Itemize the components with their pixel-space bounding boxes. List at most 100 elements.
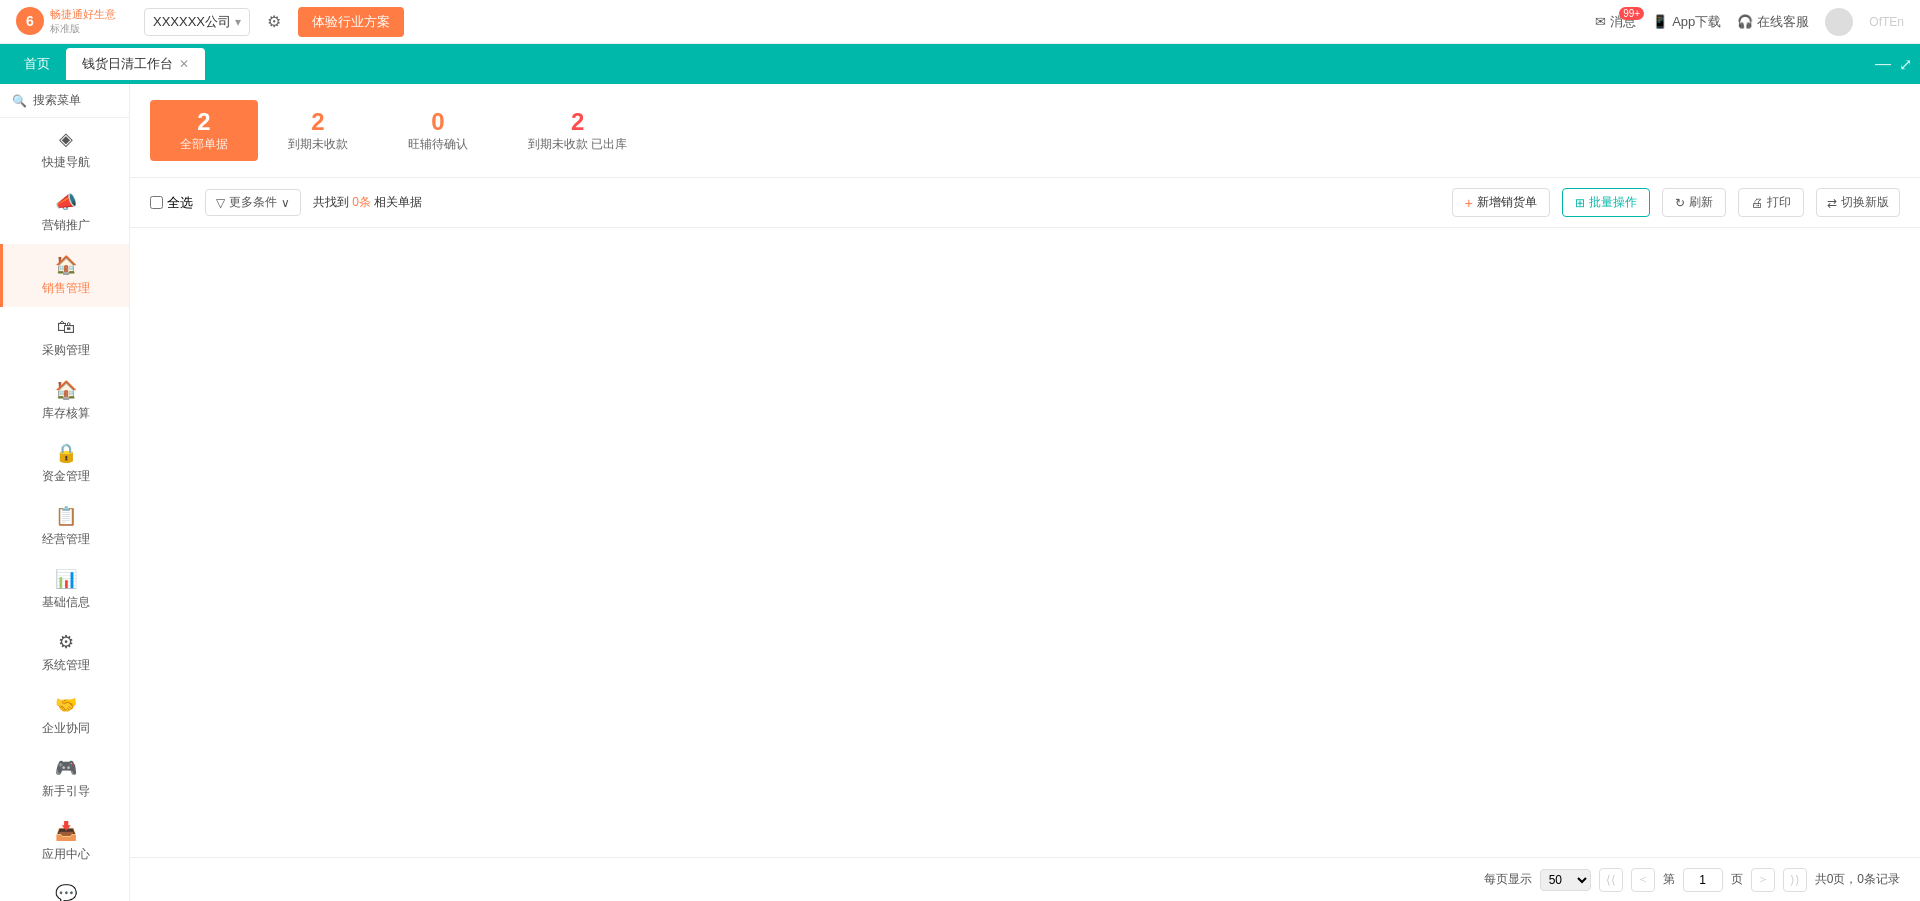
select-all-checkbox[interactable]: 全选 — [150, 194, 193, 212]
service-icon: 🎧 — [1737, 14, 1753, 29]
logo-text: 畅捷通好生意 — [50, 7, 116, 21]
sidebar-search-label: 搜索菜单 — [33, 92, 81, 109]
sidebar-item-finance[interactable]: 🔒 资金管理 — [0, 432, 129, 495]
settings-icon[interactable]: ⚙ — [258, 6, 290, 38]
message-action[interactable]: ✉ 消息 99+ — [1595, 13, 1636, 31]
tab-bar: 首页 钱货日清工作台 ✕ — ⤢ — [0, 44, 1920, 84]
logo-icon: 6 — [16, 7, 44, 35]
tab-minimize-icon[interactable]: — — [1875, 55, 1891, 74]
sidebar-item-label: 系统管理 — [42, 657, 90, 674]
message-badge: 99+ — [1619, 7, 1644, 20]
stat-card-unshipped[interactable]: 2 到期未收款 已出库 — [498, 100, 657, 161]
last-page-btn[interactable]: ⟩⟩ — [1783, 868, 1807, 892]
company-selector[interactable]: XXXXXX公司 ▾ — [144, 8, 250, 36]
stat-num-overdue: 2 — [311, 108, 324, 136]
marketing-icon: 📣 — [55, 191, 77, 213]
main-content: 2 全部单据 2 到期未收款 0 旺辅待确认 2 到期未收款 已出库 全选 — [130, 84, 1920, 901]
next-page-btn[interactable]: ＞ — [1751, 868, 1775, 892]
stat-label-unshipped: 到期未收款 已出库 — [528, 136, 627, 153]
search-icon: 🔍 — [12, 94, 27, 108]
app-download-action[interactable]: 📱 App下载 — [1652, 13, 1721, 31]
sidebar-item-label: 采购管理 — [42, 342, 90, 359]
sidebar-item-guide[interactable]: 🎮 新手引导 — [0, 747, 129, 810]
logo-sub: 标准版 — [50, 22, 116, 36]
avatar[interactable] — [1825, 8, 1853, 36]
first-page-btn[interactable]: ⟨⟨ — [1599, 868, 1623, 892]
sidebar-search[interactable]: 🔍 搜索菜单 — [0, 84, 129, 118]
batch-icon: ⊞ — [1575, 196, 1585, 210]
download-icon: 📱 — [1652, 14, 1668, 29]
basic-icon: 📊 — [55, 568, 77, 590]
sidebar-item-basic[interactable]: 📊 基础信息 — [0, 558, 129, 621]
experience-btn[interactable]: 体验行业方案 — [298, 7, 404, 37]
quick-nav-icon: ◈ — [59, 128, 73, 150]
avatar-name: OfTEn — [1869, 15, 1904, 29]
purchase-icon: 🛍 — [57, 317, 75, 338]
toolbar: 全选 ▽ 更多条件 ∨ 共找到 0条 相关单据 + 新增销货单 — [130, 178, 1920, 228]
sidebar-item-inventory[interactable]: 🏠 库存核算 — [0, 369, 129, 432]
print-label: 打印 — [1767, 194, 1791, 211]
app-download-label: App下载 — [1672, 13, 1721, 31]
batch-label: 批量操作 — [1589, 194, 1637, 211]
page-input[interactable] — [1683, 868, 1723, 892]
total-label: 共0页，0条记录 — [1815, 871, 1900, 888]
tab-work[interactable]: 钱货日清工作台 ✕ — [66, 48, 205, 80]
enterprise-icon: 🤝 — [55, 694, 77, 716]
sidebar-item-purchase[interactable]: 🛍 采购管理 — [0, 307, 129, 369]
print-btn[interactable]: 🖨 打印 — [1738, 188, 1804, 217]
operation-icon: 📋 — [55, 505, 77, 527]
refresh-label: 刷新 — [1689, 194, 1713, 211]
switch-label: 切换新版 — [1841, 194, 1889, 211]
select-all-input[interactable] — [150, 196, 163, 209]
sidebar-item-system[interactable]: ⚙ 系统管理 — [0, 621, 129, 684]
toolbar-right: + 新增销货单 ⊞ 批量操作 ↻ 刷新 🖨 打印 ⇄ 切换新版 — [1452, 188, 1900, 217]
stat-card-overdue[interactable]: 2 到期未收款 — [258, 100, 378, 161]
chevron-down-icon: ▾ — [235, 15, 241, 29]
sidebar-item-marketing[interactable]: 📣 营销推广 — [0, 181, 129, 244]
sidebar-item-label: 销售管理 — [42, 280, 90, 297]
tab-bar-actions: — ⤢ — [1875, 55, 1912, 74]
online-service-action[interactable]: 🎧 在线客服 — [1737, 13, 1809, 31]
new-sales-btn[interactable]: + 新增销货单 — [1452, 188, 1550, 217]
stats-bar: 2 全部单据 2 到期未收款 0 旺辅待确认 2 到期未收款 已出库 — [130, 84, 1920, 178]
switch-icon: ⇄ — [1827, 196, 1837, 210]
sidebar-item-label: 新手引导 — [42, 783, 90, 800]
sidebar-item-label: 库存核算 — [42, 405, 90, 422]
stat-num-unshipped: 2 — [571, 108, 584, 136]
stat-card-all[interactable]: 2 全部单据 — [150, 100, 258, 161]
sidebar-item-sales[interactable]: 🏠 销售管理 — [0, 244, 129, 307]
sidebar-item-label: 应用中心 — [42, 846, 90, 863]
print-icon: 🖨 — [1751, 196, 1763, 210]
system-icon: ⚙ — [58, 631, 74, 653]
sidebar-item-wechat[interactable]: 💬 企业微信 — [0, 873, 129, 901]
sidebar-item-label: 资金管理 — [42, 468, 90, 485]
sidebar-item-quick-nav[interactable]: ◈ 快捷导航 — [0, 118, 129, 181]
sidebar-item-label: 企业协同 — [42, 720, 90, 737]
stat-num-wangwang: 0 — [431, 108, 444, 136]
filter-btn[interactable]: ▽ 更多条件 ∨ — [205, 189, 301, 216]
per-page-select[interactable]: 50 100 200 — [1540, 869, 1591, 891]
refresh-btn[interactable]: ↻ 刷新 — [1662, 188, 1726, 217]
refresh-icon: ↻ — [1675, 196, 1685, 210]
sidebar-item-operation[interactable]: 📋 经营管理 — [0, 495, 129, 558]
sidebar-item-appstore[interactable]: 📥 应用中心 — [0, 810, 129, 873]
prev-page-btn[interactable]: ＜ — [1631, 868, 1655, 892]
select-all-label: 全选 — [167, 194, 193, 212]
guide-icon: 🎮 — [55, 757, 77, 779]
stat-label-overdue: 到期未收款 — [288, 136, 348, 153]
tab-work-label: 钱货日清工作台 — [82, 55, 173, 73]
header-right: ✉ 消息 99+ 📱 App下载 🎧 在线客服 OfTEn — [1595, 8, 1904, 36]
tab-expand-icon[interactable]: ⤢ — [1899, 55, 1912, 74]
switch-version-btn[interactable]: ⇄ 切换新版 — [1816, 188, 1900, 217]
tab-home[interactable]: 首页 — [8, 48, 66, 80]
sidebar-item-enterprise[interactable]: 🤝 企业协同 — [0, 684, 129, 747]
sales-icon: 🏠 — [55, 254, 77, 276]
filter-chevron-icon: ∨ — [281, 196, 290, 210]
finance-icon: 🔒 — [55, 442, 77, 464]
new-sales-label: 新增销货单 — [1477, 194, 1537, 211]
stat-card-wangwang[interactable]: 0 旺辅待确认 — [378, 100, 498, 161]
sidebar-item-label: 基础信息 — [42, 594, 90, 611]
tab-close-icon[interactable]: ✕ — [179, 57, 189, 71]
batch-btn[interactable]: ⊞ 批量操作 — [1562, 188, 1650, 217]
sidebar-item-label: 营销推广 — [42, 217, 90, 234]
